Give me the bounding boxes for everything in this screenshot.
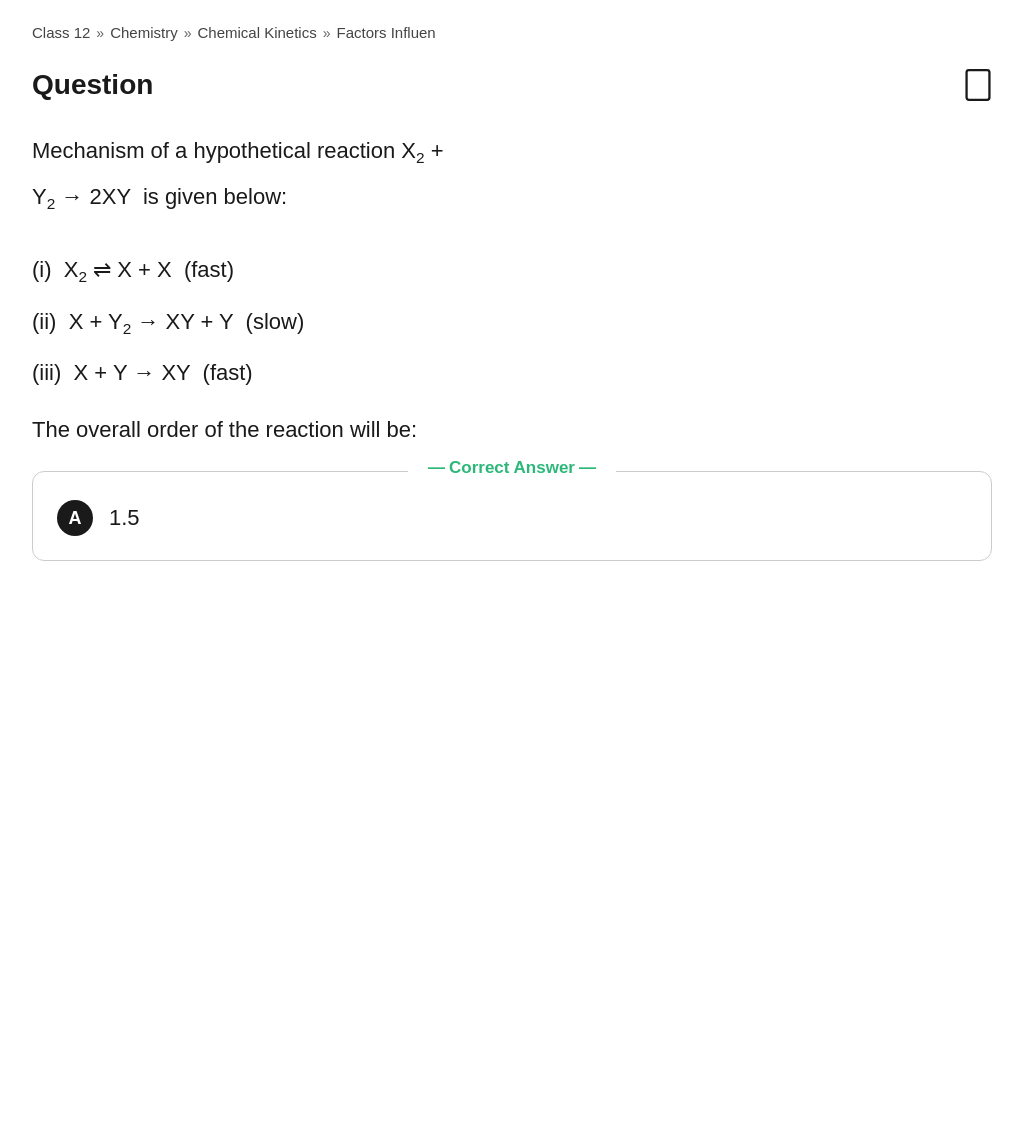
- correct-answer-box: Correct Answer A 1.5: [32, 471, 992, 561]
- breadcrumb-sep-1: »: [96, 25, 104, 41]
- question-body: Mechanism of a hypothetical reaction X2 …: [32, 133, 992, 217]
- question-intro: Mechanism of a hypothetical reaction X2 …: [32, 133, 992, 171]
- option-letter-circle: A: [57, 500, 93, 536]
- bookmark-icon[interactable]: [964, 69, 992, 101]
- answer-value: 1.5: [109, 505, 140, 531]
- breadcrumb-sep-2: »: [184, 25, 192, 41]
- question-intro-line2: Y2 → 2XY is given below:: [32, 179, 992, 217]
- answer-option: A 1.5: [57, 500, 967, 536]
- step-2: (ii) X + Y2 → XY + Y (slow): [32, 305, 992, 341]
- breadcrumb-sep-3: »: [323, 25, 331, 41]
- conclusion-text: The overall order of the reaction will b…: [32, 417, 992, 443]
- breadcrumb-chemistry[interactable]: Chemistry: [110, 24, 178, 41]
- correct-answer-label: Correct Answer: [408, 458, 616, 478]
- breadcrumb: Class 12 » Chemistry » Chemical Kinetics…: [32, 24, 992, 41]
- breadcrumb-kinetics[interactable]: Chemical Kinetics: [197, 24, 316, 41]
- breadcrumb-class[interactable]: Class 12: [32, 24, 90, 41]
- mechanism-steps: (i) X2 ⇌ X + X (fast) (ii) X + Y2 → XY +…: [32, 253, 992, 389]
- svg-rect-0: [967, 70, 990, 100]
- step-3: (iii) X + Y → XY (fast): [32, 356, 992, 389]
- question-header: Question: [32, 69, 992, 101]
- step-1: (i) X2 ⇌ X + X (fast): [32, 253, 992, 289]
- question-title: Question: [32, 69, 153, 101]
- page-container: Class 12 » Chemistry » Chemical Kinetics…: [0, 0, 1024, 585]
- breadcrumb-factors: Factors Influen: [336, 24, 435, 41]
